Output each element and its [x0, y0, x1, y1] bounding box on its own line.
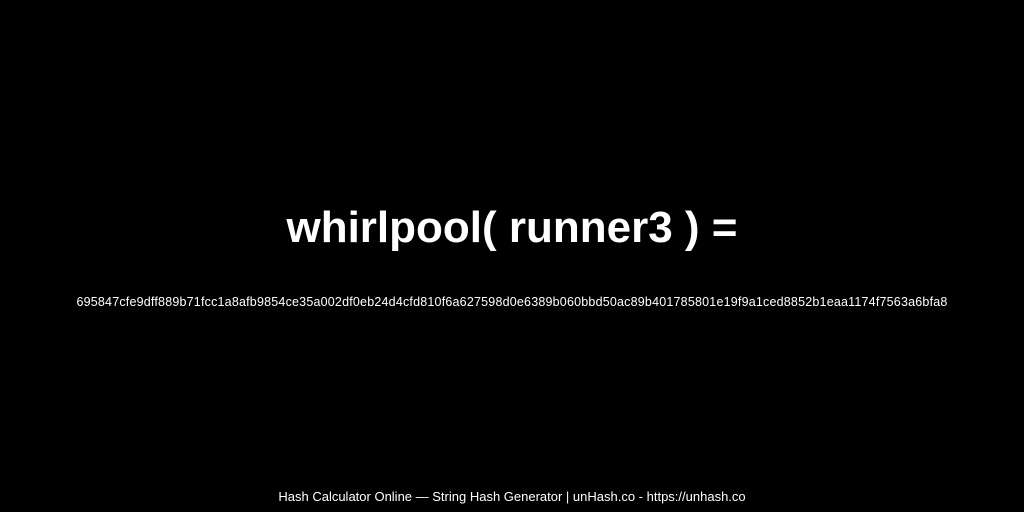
main-content: whirlpool( runner3 ) = 695847cfe9dff889b… [0, 203, 1024, 309]
hash-value: 695847cfe9dff889b71fcc1a8afb9854ce35a002… [76, 295, 947, 309]
footer-text: Hash Calculator Online — String Hash Gen… [0, 489, 1024, 504]
hash-title: whirlpool( runner3 ) = [286, 203, 737, 253]
